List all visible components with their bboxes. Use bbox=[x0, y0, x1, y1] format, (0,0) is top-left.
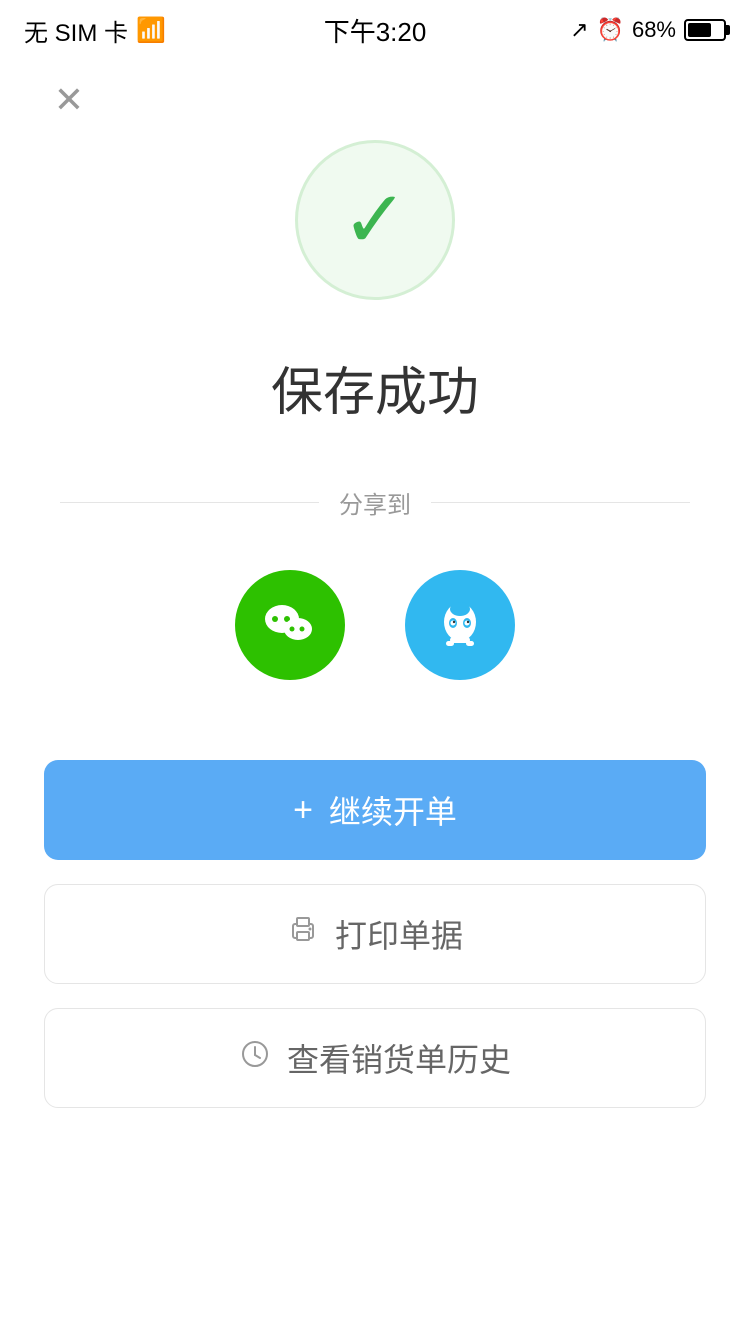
history-label: 查看销货单历史 bbox=[287, 1035, 511, 1081]
battery-box bbox=[684, 19, 726, 41]
status-right: ↗ ⏰ 68% bbox=[570, 17, 726, 43]
print-label: 打印单据 bbox=[335, 911, 463, 957]
status-bar: 无 SIM 卡 📶 下午3:20 ↗ ⏰ 68% bbox=[0, 0, 750, 60]
battery-percent: 68% bbox=[632, 17, 676, 43]
wechat-icon bbox=[260, 595, 320, 655]
plus-icon: + bbox=[293, 791, 313, 830]
clock-icon bbox=[239, 1038, 271, 1079]
close-icon: ✕ bbox=[54, 82, 84, 118]
main-content: ✓ 保存成功 分享到 bbox=[0, 60, 750, 1108]
continue-button[interactable]: + 继续开单 bbox=[44, 760, 706, 860]
checkmark-icon: ✓ bbox=[341, 180, 408, 260]
alarm-icon: ⏰ bbox=[597, 17, 624, 43]
qq-icon bbox=[430, 595, 490, 655]
continue-label: 继续开单 bbox=[329, 787, 457, 833]
success-circle: ✓ bbox=[295, 140, 455, 300]
divider-right bbox=[431, 502, 690, 503]
wifi-icon: 📶 bbox=[136, 16, 166, 45]
share-divider: 分享到 bbox=[0, 485, 750, 520]
share-icons-container bbox=[235, 570, 515, 680]
action-buttons: + 继续开单 打印单据 bbox=[0, 760, 750, 1108]
close-button[interactable]: ✕ bbox=[44, 75, 94, 125]
qq-share-button[interactable] bbox=[405, 570, 515, 680]
battery-fill bbox=[688, 23, 711, 37]
success-title: 保存成功 bbox=[271, 350, 479, 425]
no-sim-text: 无 SIM 卡 bbox=[24, 13, 128, 48]
status-time: 下午3:20 bbox=[324, 12, 427, 49]
status-left: 无 SIM 卡 📶 bbox=[24, 13, 166, 48]
wechat-share-button[interactable] bbox=[235, 570, 345, 680]
divider-left bbox=[60, 502, 319, 503]
location-icon: ↗ bbox=[570, 17, 588, 43]
battery-indicator bbox=[684, 19, 726, 41]
print-button[interactable]: 打印单据 bbox=[44, 884, 706, 984]
print-icon bbox=[287, 914, 319, 955]
history-button[interactable]: 查看销货单历史 bbox=[44, 1008, 706, 1108]
share-label: 分享到 bbox=[319, 485, 431, 520]
